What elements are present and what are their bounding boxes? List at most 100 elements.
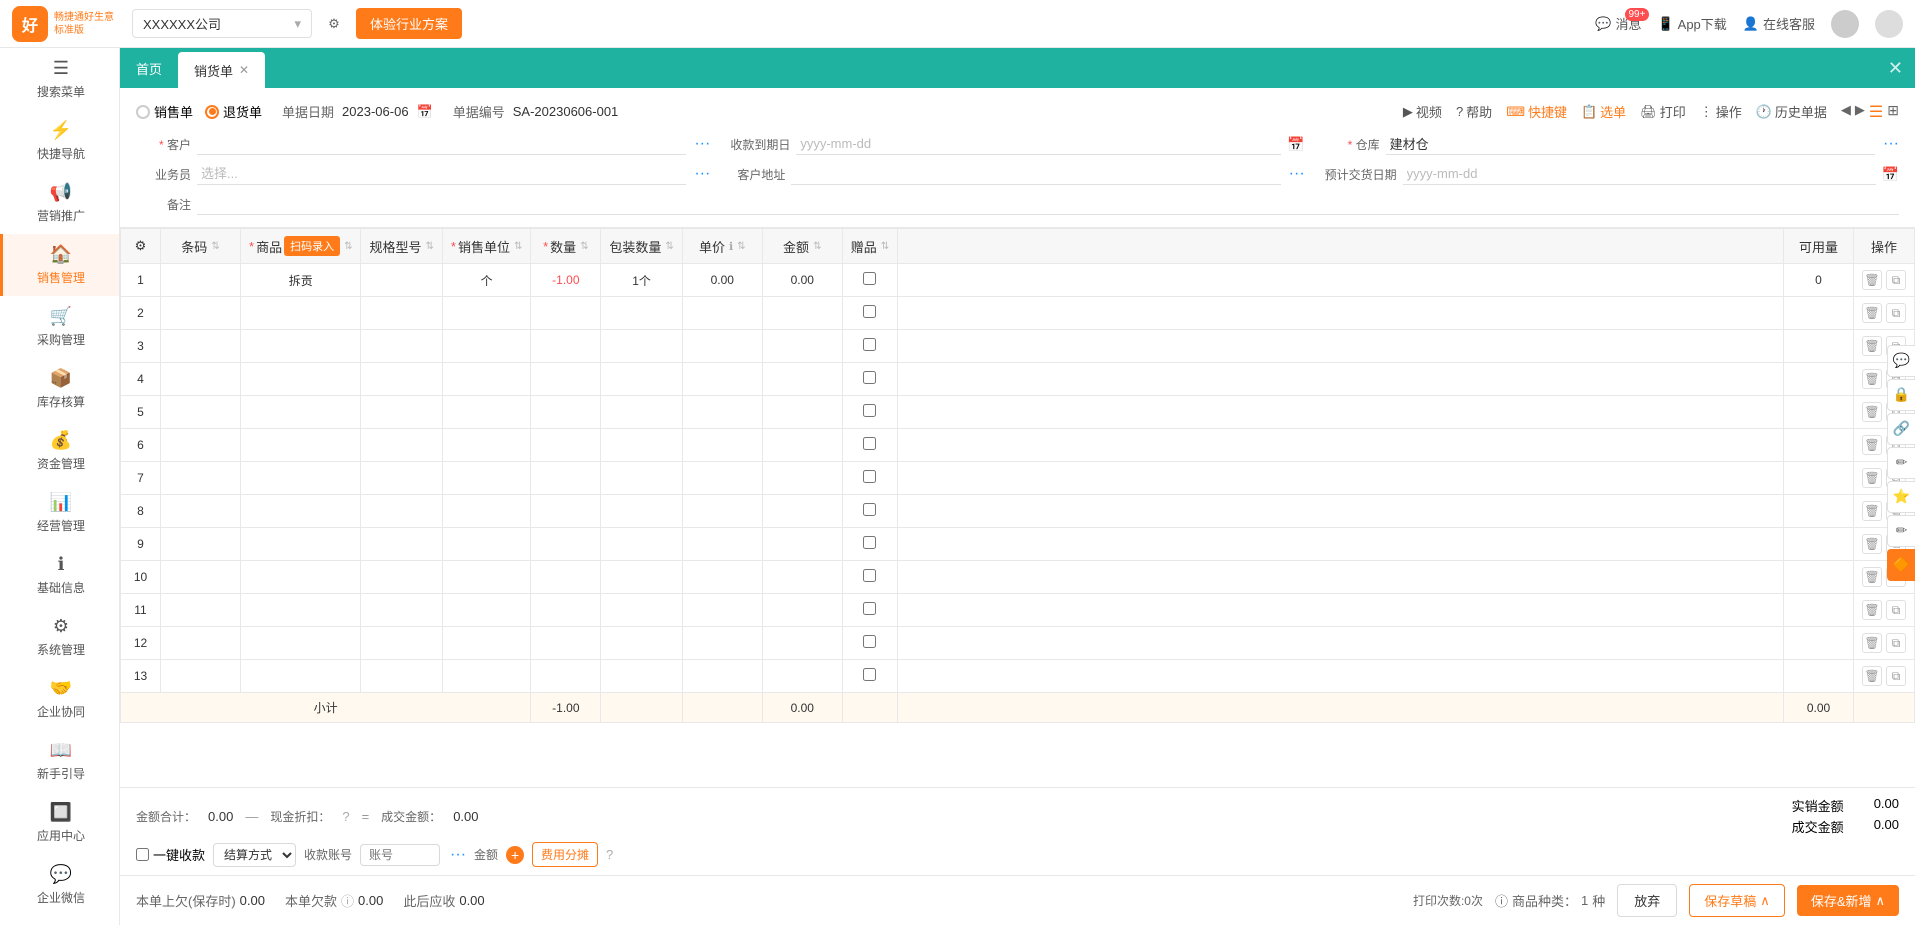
row-product-2[interactable]: [241, 297, 361, 330]
row-amount-9[interactable]: [762, 528, 842, 561]
row-pkgqty-10[interactable]: [601, 561, 682, 594]
save-new-btn[interactable]: 保存&新增 ∧: [1797, 885, 1899, 916]
row-product-5[interactable]: [241, 396, 361, 429]
one-click-checkbox-input[interactable]: [136, 848, 149, 861]
row-unit-13[interactable]: [442, 660, 530, 693]
cash-discount-info-icon[interactable]: ?: [342, 809, 349, 824]
row-barcode-13[interactable]: [161, 660, 241, 693]
row-spec-10[interactable]: [361, 561, 442, 594]
row-barcode-3[interactable]: [161, 330, 241, 363]
warehouse-more-icon[interactable]: ···: [1883, 135, 1899, 153]
row-gift-2[interactable]: [842, 297, 897, 330]
row-unit-5[interactable]: [442, 396, 530, 429]
row-product-6[interactable]: [241, 429, 361, 462]
window-close-icon[interactable]: ✕: [1876, 58, 1915, 79]
delete-icon-5[interactable]: 🗑: [1862, 402, 1882, 422]
delete-icon-7[interactable]: 🗑: [1862, 468, 1882, 488]
row-unit-1[interactable]: 个: [442, 264, 530, 297]
discard-btn[interactable]: 放弃: [1617, 884, 1677, 917]
copy-icon-1[interactable]: ⧉: [1886, 270, 1906, 290]
row-price-13[interactable]: [682, 660, 762, 693]
float-btn-edit[interactable]: ✏: [1887, 447, 1915, 479]
delete-icon-12[interactable]: 🗑: [1862, 633, 1882, 653]
sidebar-item-operations[interactable]: 📊 经营管理: [0, 482, 119, 544]
prev-btn[interactable]: ◀: [1841, 102, 1851, 122]
expense-split-btn[interactable]: 费用分摊: [532, 842, 598, 867]
row-price-1[interactable]: 0.00: [682, 264, 762, 297]
row-spec-1[interactable]: [361, 264, 442, 297]
payment-due-calendar-icon[interactable]: 📅: [1287, 136, 1304, 153]
gift-checkbox-7[interactable]: [863, 470, 876, 483]
app-download-btn[interactable]: 📱 App下载: [1657, 14, 1726, 33]
list-view-btn[interactable]: ☰: [1869, 102, 1883, 122]
row-gift-5[interactable]: [842, 396, 897, 429]
delete-icon-11[interactable]: 🗑: [1862, 600, 1882, 620]
copy-icon-13[interactable]: ⧉: [1886, 666, 1906, 686]
payment-help-icon[interactable]: ?: [606, 847, 613, 862]
delete-icon-4[interactable]: 🗑: [1862, 369, 1882, 389]
sidebar-item-appstore[interactable]: 🔲 应用中心: [0, 792, 119, 854]
gift-checkbox-3[interactable]: [863, 338, 876, 351]
delivery-date-input[interactable]: [1403, 163, 1876, 185]
float-btn-pencil[interactable]: ✏: [1887, 515, 1915, 547]
experience-btn[interactable]: 体验行业方案: [356, 8, 462, 39]
row-amount-13[interactable]: [762, 660, 842, 693]
row-unit-6[interactable]: [442, 429, 530, 462]
row-gift-4[interactable]: [842, 363, 897, 396]
row-qty-7[interactable]: [531, 462, 601, 495]
date-value[interactable]: 2023-06-06: [342, 104, 409, 119]
sidebar-item-sales[interactable]: 🏠 销售管理: [0, 234, 119, 296]
row-barcode-4[interactable]: [161, 363, 241, 396]
notes-input[interactable]: [197, 193, 1899, 215]
row-price-2[interactable]: [682, 297, 762, 330]
row-gift-7[interactable]: [842, 462, 897, 495]
row-amount-7[interactable]: [762, 462, 842, 495]
gear-icon[interactable]: ⚙: [135, 238, 147, 253]
row-qty-10[interactable]: [531, 561, 601, 594]
float-btn-star[interactable]: ⭐: [1887, 481, 1915, 513]
row-spec-4[interactable]: [361, 363, 442, 396]
row-barcode-12[interactable]: [161, 627, 241, 660]
row-qty-1[interactable]: -1.00: [531, 264, 601, 297]
info-icon-price[interactable]: ℹ: [729, 240, 733, 253]
warehouse-input[interactable]: [1386, 133, 1875, 155]
sidebar-item-search[interactable]: ☰ 搜索菜单: [0, 48, 119, 110]
delivery-calendar-icon[interactable]: 📅: [1882, 166, 1899, 183]
row-unit-3[interactable]: [442, 330, 530, 363]
delete-icon-8[interactable]: 🗑: [1862, 501, 1882, 521]
row-unit-8[interactable]: [442, 495, 530, 528]
row-pkgqty-11[interactable]: [601, 594, 682, 627]
gift-checkbox-13[interactable]: [863, 668, 876, 681]
row-qty-6[interactable]: [531, 429, 601, 462]
row-gift-1[interactable]: [842, 264, 897, 297]
row-product-11[interactable]: [241, 594, 361, 627]
row-price-11[interactable]: [682, 594, 762, 627]
row-gift-8[interactable]: [842, 495, 897, 528]
doc-no-value[interactable]: SA-20230606-001: [513, 104, 619, 119]
row-unit-10[interactable]: [442, 561, 530, 594]
gift-checkbox-5[interactable]: [863, 404, 876, 417]
delete-icon-2[interactable]: 🗑: [1862, 303, 1882, 323]
row-qty-9[interactable]: [531, 528, 601, 561]
sidebar-item-wechat[interactable]: 💬 企业微信: [0, 854, 119, 916]
row-unit-12[interactable]: [442, 627, 530, 660]
row-qty-4[interactable]: [531, 363, 601, 396]
float-btn-chat[interactable]: 💬: [1887, 345, 1915, 377]
row-amount-1[interactable]: 0.00: [762, 264, 842, 297]
row-amount-4[interactable]: [762, 363, 842, 396]
historical-owe-info[interactable]: ⓘ: [341, 891, 354, 910]
customer-input[interactable]: [197, 133, 686, 155]
row-unit-9[interactable]: [442, 528, 530, 561]
print-btn[interactable]: 🖨 打印: [1636, 100, 1690, 123]
row-amount-5[interactable]: [762, 396, 842, 429]
row-qty-2[interactable]: [531, 297, 601, 330]
row-product-8[interactable]: [241, 495, 361, 528]
row-qty-8[interactable]: [531, 495, 601, 528]
row-gift-13[interactable]: [842, 660, 897, 693]
row-pkgqty-5[interactable]: [601, 396, 682, 429]
sidebar-item-finance[interactable]: 💰 资金管理: [0, 420, 119, 482]
row-product-9[interactable]: [241, 528, 361, 561]
row-product-12[interactable]: [241, 627, 361, 660]
delete-icon-10[interactable]: 🗑: [1862, 567, 1882, 587]
choose-btn[interactable]: 📋 选单: [1577, 100, 1630, 123]
